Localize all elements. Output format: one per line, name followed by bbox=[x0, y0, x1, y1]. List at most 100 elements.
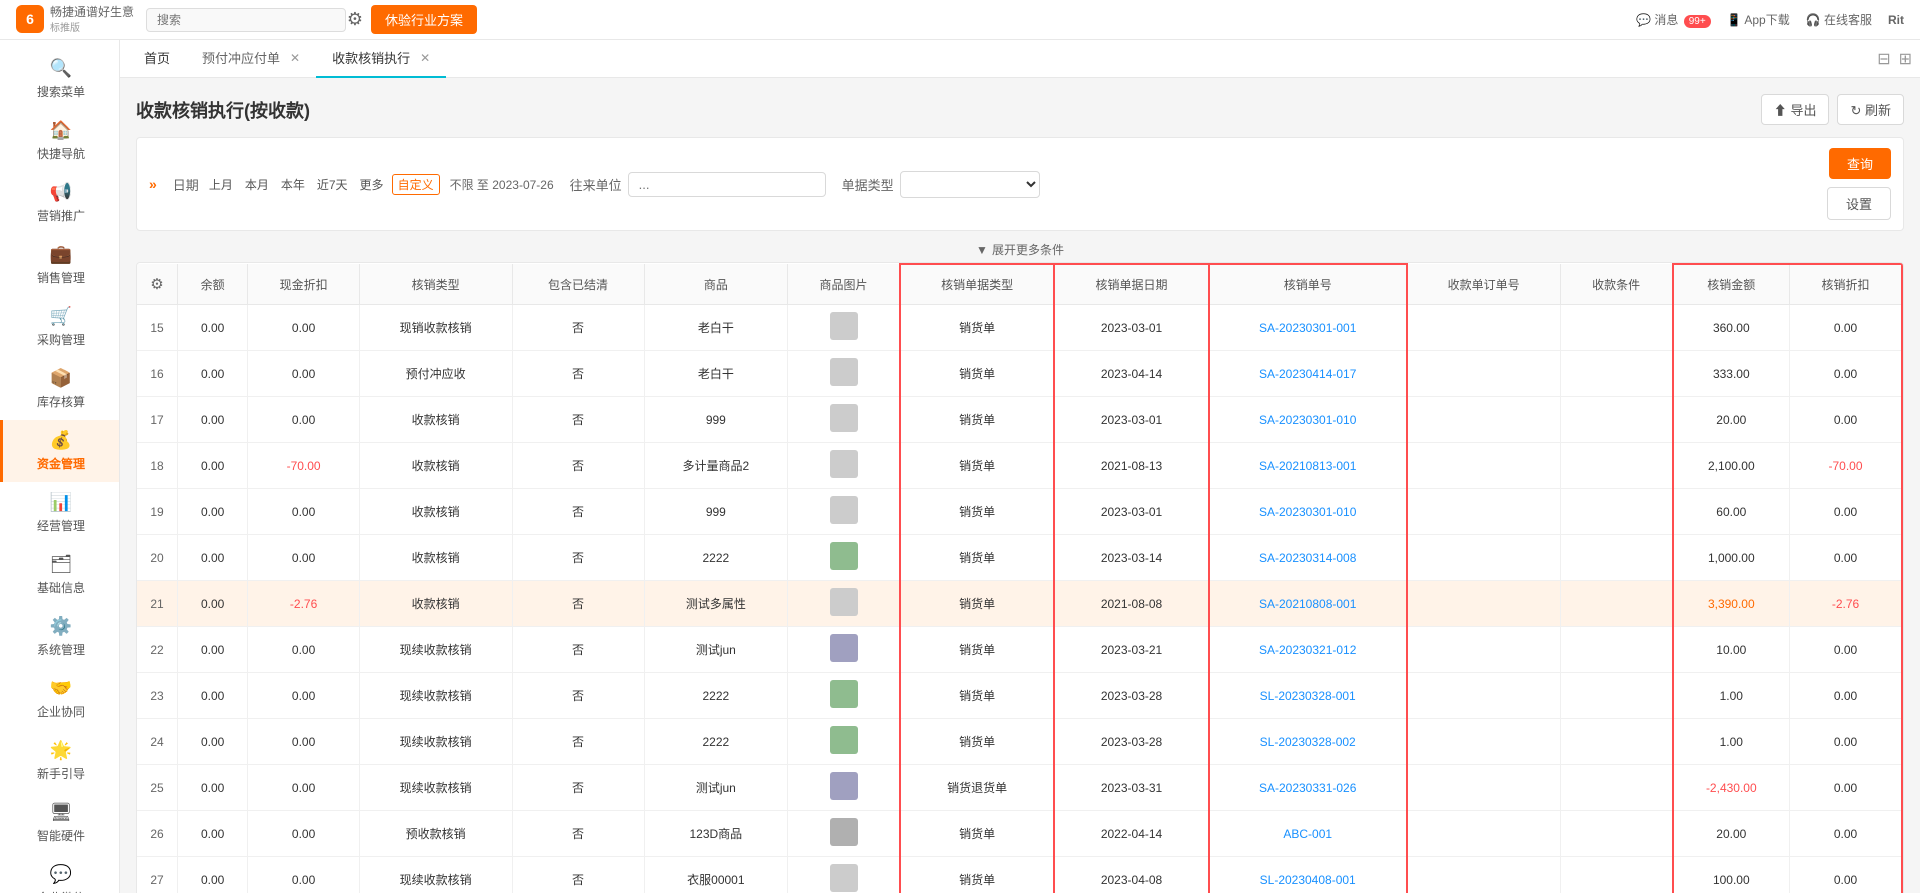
sidebar-item-newbie[interactable]: 🌟 新手引导 bbox=[0, 730, 119, 792]
query-button[interactable]: 查询 bbox=[1829, 148, 1891, 179]
td-verify-bill-no-link[interactable]: SA-20230314-008 bbox=[1259, 551, 1356, 565]
tab-collection-close[interactable]: ✕ bbox=[420, 51, 430, 65]
refresh-button[interactable]: ↻ 刷新 bbox=[1837, 94, 1904, 125]
gear-icon-topbar[interactable]: ⚙ bbox=[347, 9, 363, 30]
td-verify-bill-no[interactable]: SL-20230408-001 bbox=[1209, 857, 1407, 893]
td-balance: 0.00 bbox=[178, 443, 248, 489]
expand-more-conditions[interactable]: ▼ 展开更多条件 bbox=[136, 241, 1904, 258]
filter-date-7days[interactable]: 近7天 bbox=[313, 174, 352, 195]
export-button[interactable]: ⬆ 导出 bbox=[1761, 94, 1830, 125]
td-verify-bill-type: 销货单 bbox=[900, 673, 1054, 719]
header-actions: ⬆ 导出 ↻ 刷新 bbox=[1761, 94, 1904, 125]
message-btn[interactable]: 💬 消息 99+ bbox=[1636, 11, 1711, 28]
sidebar-item-marketing[interactable]: 📢 营销推广 bbox=[0, 172, 119, 234]
td-product: 999 bbox=[644, 397, 788, 443]
td-verify-bill-no[interactable]: SL-20230328-002 bbox=[1209, 719, 1407, 765]
td-receipt-condition bbox=[1560, 397, 1672, 443]
td-verify-bill-no[interactable]: SA-20230301-010 bbox=[1209, 489, 1407, 535]
td-verify-type: 现续收款核销 bbox=[359, 627, 512, 673]
td-verify-bill-no[interactable]: SA-20230314-008 bbox=[1209, 535, 1407, 581]
window-minimize-icon[interactable]: ⊟ bbox=[1877, 49, 1890, 69]
td-row-num: 26 bbox=[137, 811, 178, 857]
user-label[interactable]: Rit bbox=[1888, 13, 1904, 27]
settings-gear-icon[interactable]: ⚙ bbox=[145, 272, 169, 296]
td-verify-bill-no[interactable]: SA-20230301-001 bbox=[1209, 305, 1407, 351]
settings-button[interactable]: 设置 bbox=[1827, 187, 1891, 220]
td-verify-bill-no[interactable]: SL-20230328-001 bbox=[1209, 673, 1407, 719]
filter-date-more[interactable]: 更多 bbox=[356, 174, 388, 195]
th-settings[interactable]: ⚙ bbox=[137, 264, 178, 305]
td-cash-discount: 0.00 bbox=[248, 857, 360, 893]
td-verify-bill-no-link[interactable]: SA-20230414-017 bbox=[1259, 367, 1356, 381]
td-verify-bill-no-link[interactable]: SA-20210808-001 bbox=[1259, 597, 1356, 611]
sidebar-item-hardware[interactable]: 🖥 智能硬件 bbox=[0, 792, 119, 854]
td-verify-bill-no[interactable]: SA-20230331-026 bbox=[1209, 765, 1407, 811]
tab-collection[interactable]: 收款核销执行 ✕ bbox=[316, 40, 446, 78]
tab-prepay[interactable]: 预付冲应付单 ✕ bbox=[186, 40, 316, 78]
td-verify-bill-no-link[interactable]: ABC-001 bbox=[1283, 827, 1332, 841]
td-cash-discount: 0.00 bbox=[248, 351, 360, 397]
td-verify-bill-no-link[interactable]: SL-20230328-001 bbox=[1260, 689, 1356, 703]
td-verify-bill-no-link[interactable]: SA-20230301-001 bbox=[1259, 321, 1356, 335]
tab-prepay-close[interactable]: ✕ bbox=[290, 51, 300, 65]
filter-party-input[interactable] bbox=[628, 172, 826, 197]
td-receipt-condition bbox=[1560, 673, 1672, 719]
table-row: 210.00-2.76收款核销否测试多属性销货单2021-08-08SA-202… bbox=[137, 581, 1902, 627]
td-verify-type: 现续收款核销 bbox=[359, 857, 512, 893]
td-verify-bill-no[interactable]: SA-20230414-017 bbox=[1209, 351, 1407, 397]
sidebar-item-wechat[interactable]: 💬 企业微信 bbox=[0, 854, 119, 893]
app-download-btn[interactable]: 📱 App下载 bbox=[1727, 11, 1790, 28]
td-row-num: 20 bbox=[137, 535, 178, 581]
td-verify-bill-no-link[interactable]: SA-20230331-026 bbox=[1259, 781, 1356, 795]
sidebar-label-finance: 资金管理 bbox=[37, 455, 85, 472]
filter-date-last-month[interactable]: 上月 bbox=[205, 174, 237, 195]
td-verify-bill-no-link[interactable]: SA-20230301-010 bbox=[1259, 505, 1356, 519]
window-expand-icon[interactable]: ⊞ bbox=[1899, 49, 1912, 69]
sidebar-item-search-menu[interactable]: 🔍 搜索菜单 bbox=[0, 48, 119, 110]
sidebar-item-sales[interactable]: 💼 销售管理 bbox=[0, 234, 119, 296]
th-receipt-condition: 收款条件 bbox=[1560, 264, 1672, 305]
tab-home[interactable]: 首页 bbox=[128, 40, 186, 78]
sidebar-item-enterprise[interactable]: 🤝 企业协同 bbox=[0, 668, 119, 730]
filter-date-this-year[interactable]: 本年 bbox=[277, 174, 309, 195]
sidebar-item-inventory[interactable]: 📦 库存核算 bbox=[0, 358, 119, 420]
td-receipt-order-no bbox=[1407, 581, 1561, 627]
td-verify-bill-no[interactable]: SA-20230321-012 bbox=[1209, 627, 1407, 673]
sidebar-label-operations: 经营管理 bbox=[37, 517, 85, 534]
filter-date-this-month[interactable]: 本月 bbox=[241, 174, 273, 195]
td-verify-bill-no-link[interactable]: SL-20230328-002 bbox=[1260, 735, 1356, 749]
td-verify-bill-no[interactable]: SA-20230301-010 bbox=[1209, 397, 1407, 443]
td-verify-bill-no[interactable]: SA-20210808-001 bbox=[1209, 581, 1407, 627]
msg-label: 消息 bbox=[1654, 13, 1678, 27]
td-cash-discount: 0.00 bbox=[248, 673, 360, 719]
td-verify-bill-no-link[interactable]: SA-20230321-012 bbox=[1259, 643, 1356, 657]
sidebar-item-finance[interactable]: 💰 资金管理 bbox=[0, 420, 119, 482]
td-receipt-order-no bbox=[1407, 305, 1561, 351]
search-input[interactable] bbox=[146, 8, 346, 32]
td-include-settled: 否 bbox=[512, 719, 644, 765]
sidebar-item-basic-info[interactable]: 🗂 基础信息 bbox=[0, 544, 119, 606]
online-service-btn[interactable]: 🎧 在线客服 bbox=[1806, 11, 1872, 28]
industry-btn[interactable]: 休验行业方案 bbox=[371, 5, 477, 34]
td-verify-bill-no-link[interactable]: SA-20210813-001 bbox=[1259, 459, 1356, 473]
main-layout: 🔍 搜索菜单 🏠 快捷导航 📢 营销推广 💼 销售管理 🛒 采购管理 📦 库存核… bbox=[0, 40, 1920, 893]
sidebar-item-system[interactable]: ⚙️ 系统管理 bbox=[0, 606, 119, 668]
sidebar-item-quick-nav[interactable]: 🏠 快捷导航 bbox=[0, 110, 119, 172]
sidebar-item-operations[interactable]: 📊 经营管理 bbox=[0, 482, 119, 544]
th-product-img: 商品图片 bbox=[788, 264, 900, 305]
td-cash-discount: 0.00 bbox=[248, 397, 360, 443]
sidebar-item-purchase[interactable]: 🛒 采购管理 bbox=[0, 296, 119, 358]
td-verify-bill-no-link[interactable]: SA-20230301-010 bbox=[1259, 413, 1356, 427]
td-verify-discount: 0.00 bbox=[1790, 535, 1902, 581]
filter-voucher-select[interactable] bbox=[900, 171, 1040, 198]
td-verify-bill-no[interactable]: ABC-001 bbox=[1209, 811, 1407, 857]
td-verify-bill-no[interactable]: SA-20210813-001 bbox=[1209, 443, 1407, 489]
filter-date-custom[interactable]: 自定义 bbox=[392, 174, 440, 195]
td-verify-amount: 333.00 bbox=[1673, 351, 1790, 397]
td-verify-bill-no-link[interactable]: SL-20230408-001 bbox=[1260, 873, 1356, 887]
product-thumb bbox=[830, 404, 858, 432]
td-verify-amount: 360.00 bbox=[1673, 305, 1790, 351]
page-title: 收款核销执行(按收款) bbox=[136, 97, 310, 123]
filter-toggle[interactable]: » bbox=[149, 176, 157, 192]
th-cash-discount: 现金折扣 bbox=[248, 264, 360, 305]
